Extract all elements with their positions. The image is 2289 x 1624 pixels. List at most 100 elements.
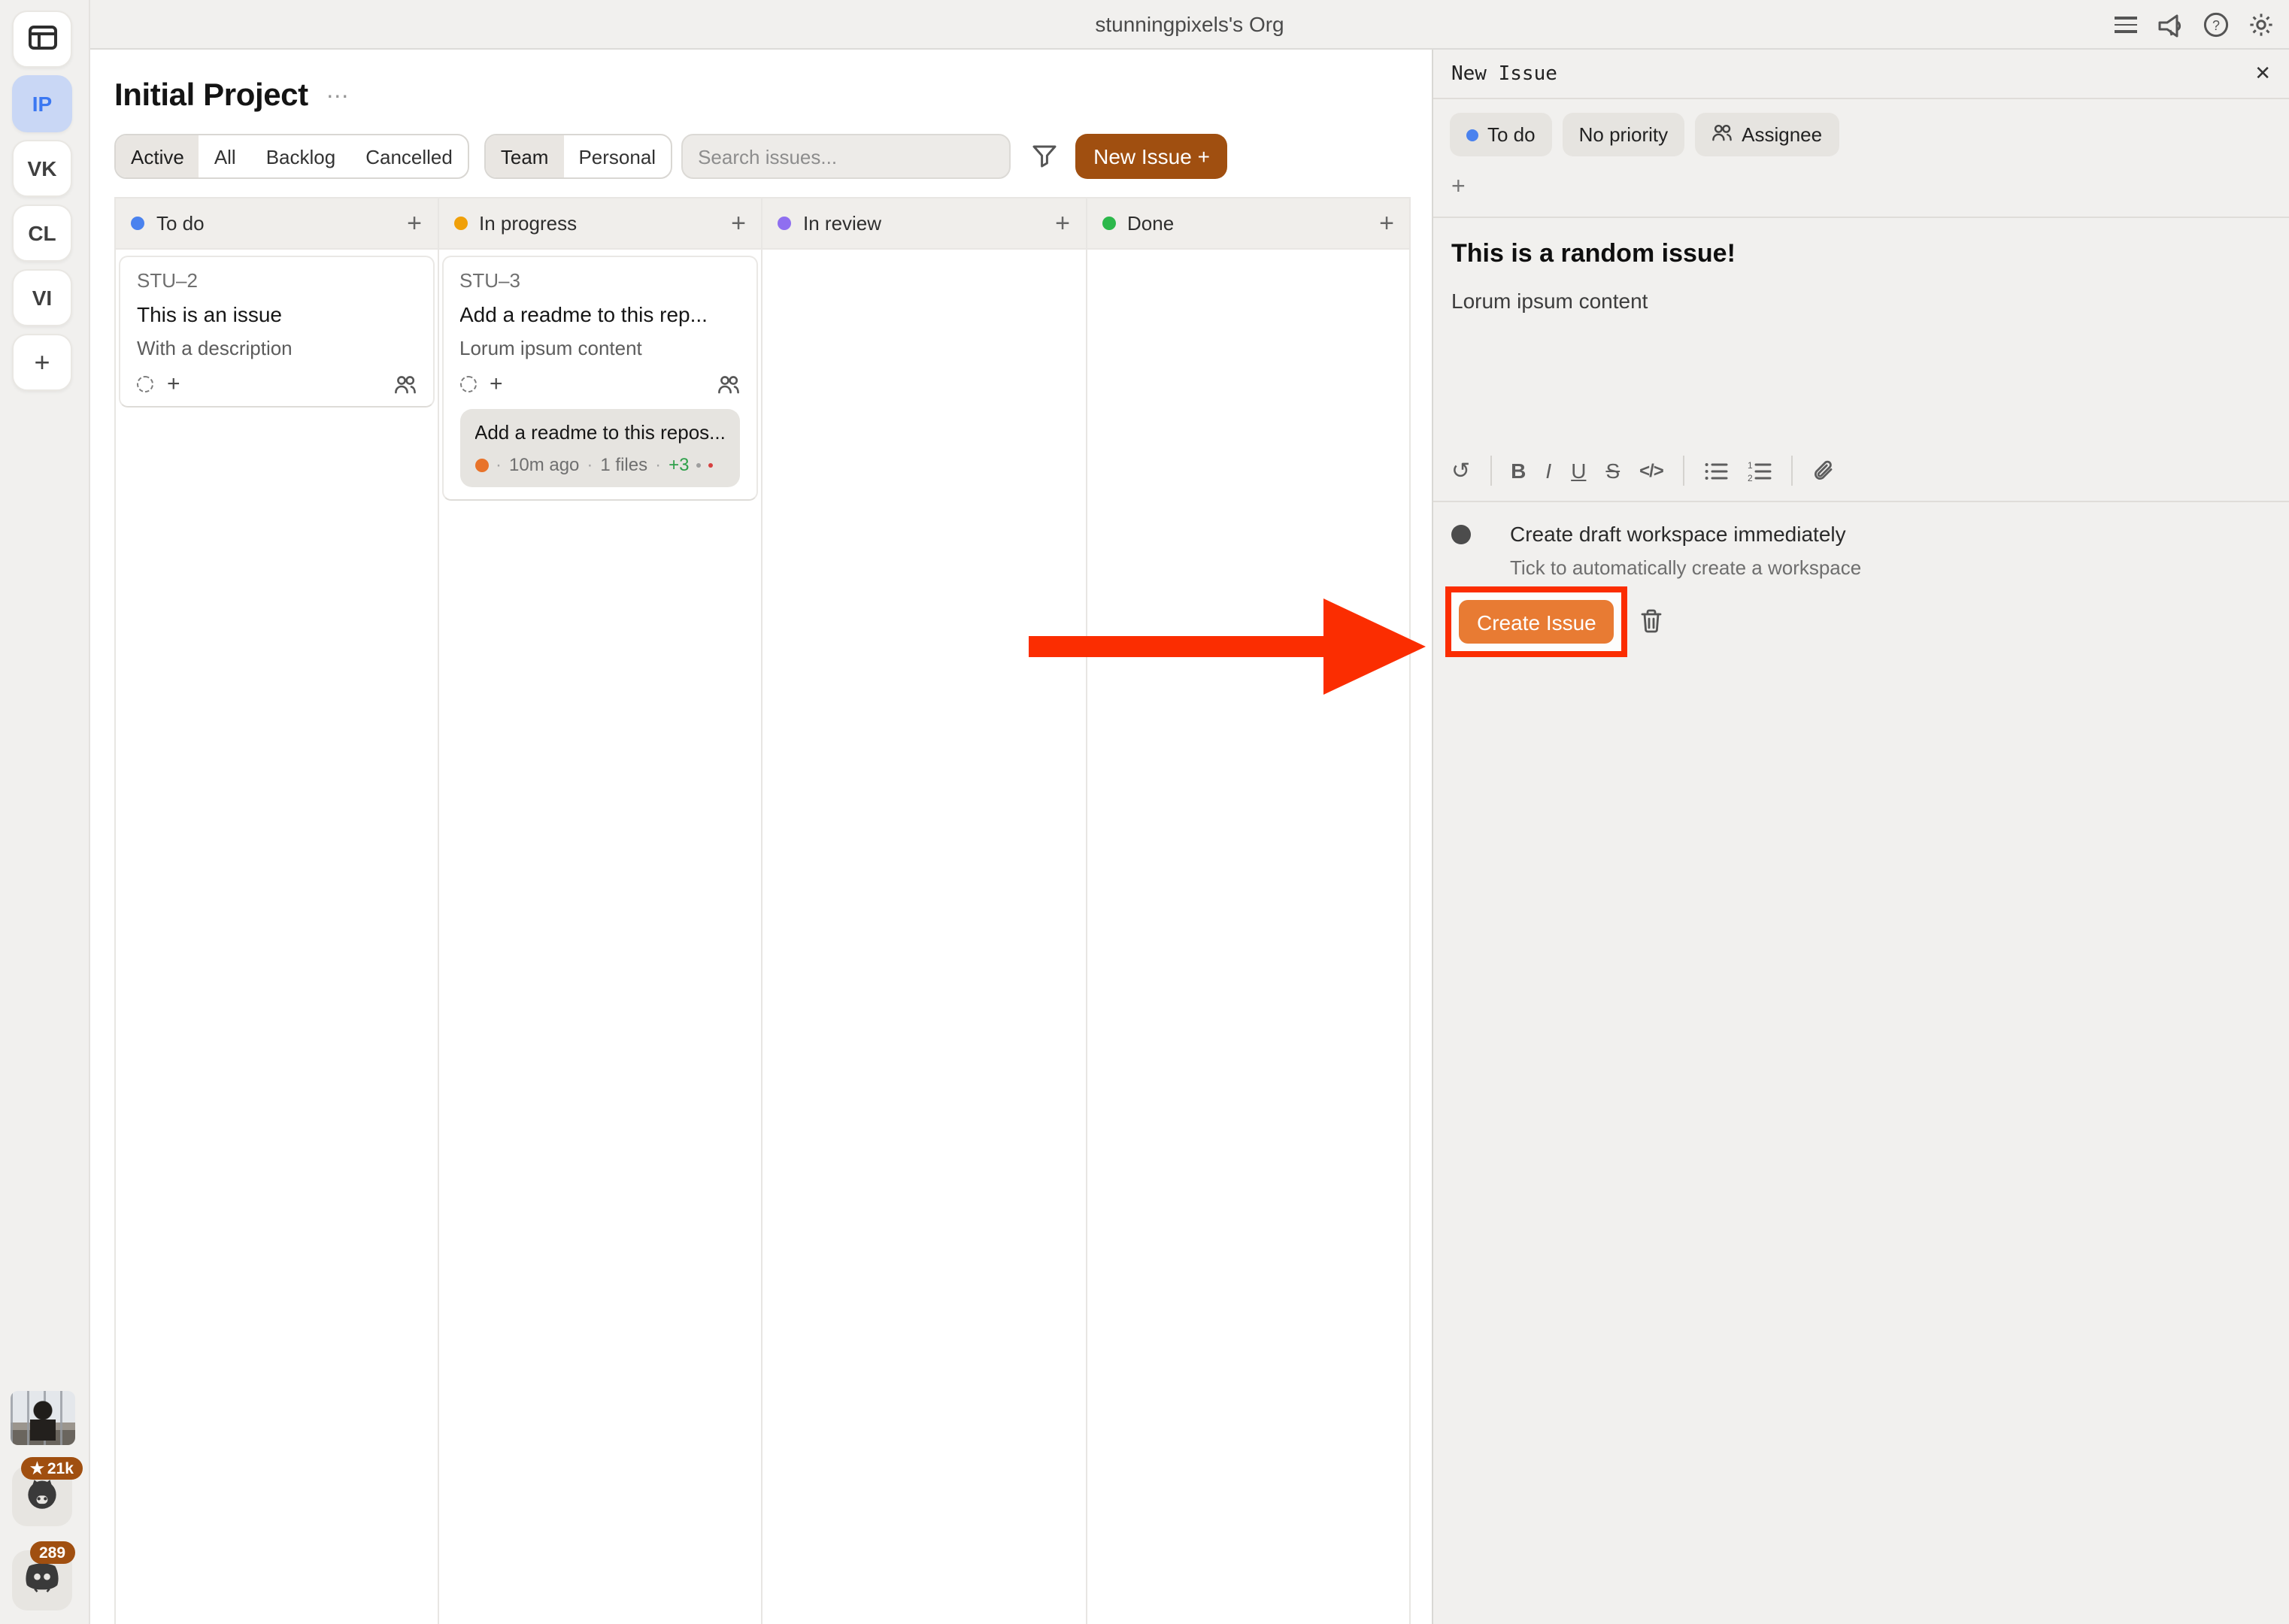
status-filter-group: Active All Backlog Cancelled — [114, 134, 469, 179]
add-label-icon[interactable]: + — [490, 377, 503, 392]
separator-dot: · — [587, 454, 593, 475]
column-header: Done + — [1087, 197, 1409, 250]
panel-header: New Issue ✕ — [1433, 50, 2289, 99]
svg-text:?: ? — [2212, 18, 2220, 33]
column-name: In progress — [479, 212, 577, 235]
discord-icon — [23, 1562, 62, 1599]
column-in-review: In review + — [762, 197, 1087, 1624]
board-controls: Active All Backlog Cancelled Team Person… — [114, 134, 1408, 179]
add-workspace-button[interactable]: + — [12, 334, 72, 391]
filter-funnel-icon[interactable] — [1032, 144, 1057, 168]
sidebar-item-workspace-cl[interactable]: CL — [12, 205, 72, 262]
new-issue-button[interactable]: New Issue + — [1075, 134, 1228, 179]
divider — [1433, 217, 2289, 218]
assignee-people-icon[interactable] — [393, 374, 416, 394]
chip-label: To do — [1487, 123, 1536, 146]
kanban-columns: To do + STU–2 This is an issue With a de… — [114, 197, 1411, 1624]
card-footer: + — [459, 374, 740, 394]
workspace-status-icon[interactable] — [459, 376, 476, 392]
column-in-progress: In progress + STU–3 Add a readme to this… — [438, 197, 762, 1624]
sidebar-item-workspace-vi[interactable]: VI — [12, 269, 72, 326]
close-icon[interactable]: ✕ — [2254, 62, 2271, 86]
meta-dot-red — [709, 462, 714, 467]
toolbar-divider — [1791, 456, 1793, 486]
column-name: In review — [803, 212, 881, 235]
attachment-paperclip-icon[interactable] — [1812, 459, 1835, 483]
layout-toggle-button[interactable] — [12, 11, 72, 68]
filter-tab-active[interactable]: Active — [116, 135, 199, 177]
add-issue-icon[interactable]: + — [407, 211, 422, 236]
add-label-icon[interactable]: + — [167, 377, 180, 392]
github-stars-badge: ★ 21k — [21, 1457, 83, 1480]
chip-label: Assignee — [1742, 123, 1822, 146]
toolbar-divider — [1683, 456, 1684, 486]
sidebar-item-workspace-vk[interactable]: VK — [12, 140, 72, 197]
column-name: To do — [156, 212, 205, 235]
add-property-icon[interactable]: + — [1451, 174, 1466, 200]
annotation-arrow — [1029, 598, 1426, 695]
workspace-card[interactable]: Add a readme to this repos... · 10m ago … — [459, 409, 740, 487]
create-issue-button[interactable]: Create Issue — [1459, 600, 1614, 644]
add-issue-icon[interactable]: + — [1379, 211, 1394, 236]
star-icon: ★ — [30, 1459, 44, 1477]
strikethrough-icon[interactable]: S — [1605, 459, 1620, 483]
undo-icon[interactable]: ↺ — [1451, 457, 1470, 484]
divider — [1433, 501, 2289, 502]
column-name: Done — [1127, 212, 1174, 235]
code-icon[interactable]: </> — [1639, 460, 1663, 481]
add-issue-icon[interactable]: + — [731, 211, 746, 236]
user-photo[interactable] — [11, 1391, 75, 1445]
bold-icon[interactable]: B — [1511, 459, 1526, 483]
settings-gear-icon[interactable] — [2248, 12, 2274, 38]
issue-card-stu-2[interactable]: STU–2 This is an issue With a descriptio… — [119, 256, 434, 408]
issue-id: STU–2 — [137, 269, 416, 292]
issue-body-input[interactable]: Lorum ipsum content — [1451, 289, 2271, 313]
workspace-initials: VI — [32, 286, 52, 310]
italic-icon[interactable]: I — [1545, 459, 1551, 483]
filter-tab-personal[interactable]: Personal — [563, 135, 671, 177]
workspace-time: 10m ago — [509, 454, 579, 475]
assignee-people-icon[interactable] — [717, 374, 740, 394]
sidebar-item-workspace-ip[interactable]: IP — [12, 75, 72, 132]
add-issue-icon[interactable]: + — [1055, 211, 1070, 236]
bullet-list-icon[interactable] — [1704, 461, 1728, 480]
issue-title: This is an issue — [137, 302, 416, 326]
help-icon[interactable]: ? — [2203, 12, 2229, 38]
filter-tab-team[interactable]: Team — [486, 135, 564, 177]
filter-tab-cancelled[interactable]: Cancelled — [350, 135, 468, 177]
create-issue-row: Create Issue — [1445, 586, 2289, 657]
workspace-status-icon[interactable] — [137, 376, 153, 392]
project-board: Initial Project ⋯ Active All Backlog Can… — [90, 50, 1432, 1624]
filter-tab-backlog[interactable]: Backlog — [251, 135, 351, 177]
toggle-circle-icon[interactable] — [1451, 524, 1471, 544]
column-header: In review + — [762, 197, 1085, 250]
underline-icon[interactable]: U — [1571, 459, 1586, 483]
announcements-megaphone-icon[interactable] — [2157, 13, 2184, 37]
issue-title: Add a readme to this rep... — [459, 302, 740, 326]
filter-tab-all[interactable]: All — [199, 135, 251, 177]
priority-chip[interactable]: No priority — [1563, 113, 1685, 156]
assignee-chip[interactable]: Assignee — [1695, 113, 1839, 156]
status-dot — [1102, 217, 1115, 230]
layout-panel-icon — [28, 25, 56, 53]
issue-title-input[interactable]: This is a random issue! — [1451, 239, 2271, 269]
card-footer: + — [137, 374, 416, 394]
issue-description: Lorum ipsum content — [459, 337, 740, 359]
issue-id: STU–3 — [459, 269, 740, 292]
toggle-help-text: Tick to automatically create a workspace — [1510, 556, 2271, 579]
workspace-meta: · 10m ago · 1 files · +3 — [474, 454, 725, 475]
workspace-title: Add a readme to this repos... — [474, 421, 725, 444]
project-menu-ellipsis-icon[interactable]: ⋯ — [326, 83, 350, 110]
numbered-list-icon[interactable]: 1 2 — [1748, 461, 1772, 480]
status-chip[interactable]: To do — [1450, 113, 1552, 156]
menu-icon[interactable] — [2115, 17, 2137, 33]
topbar-actions: ? — [2115, 0, 2274, 50]
topbar: stunningpixels's Org ? — [90, 0, 2289, 50]
workspace-extra-count: +3 — [669, 454, 689, 475]
people-icon — [1711, 123, 1733, 146]
issue-card-stu-3[interactable]: STU–3 Add a readme to this rep... Lorum … — [441, 256, 758, 501]
panel-title: New Issue — [1451, 62, 1557, 85]
trash-icon[interactable] — [1642, 609, 1663, 633]
search-input[interactable] — [681, 134, 1011, 179]
workspace-initials: CL — [28, 221, 56, 245]
